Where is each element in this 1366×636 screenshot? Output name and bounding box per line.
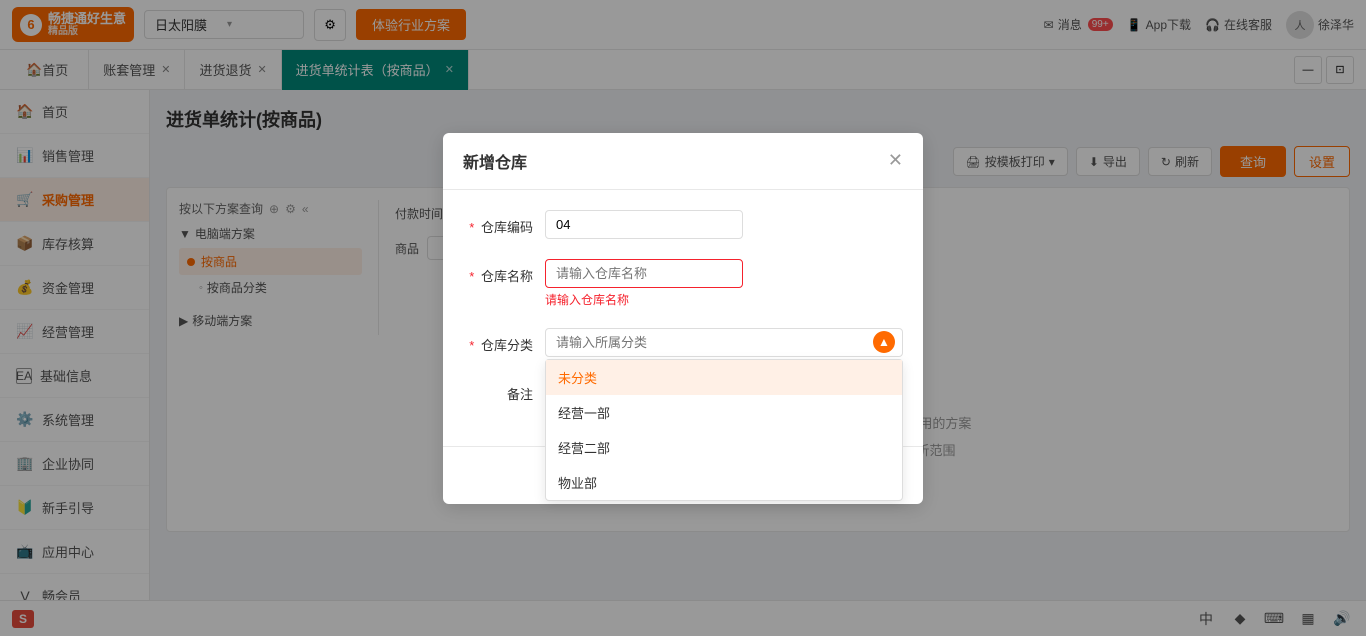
name-label: * 仓库名称 (463, 259, 533, 285)
form-row-category: * 仓库分类 ▲ 未分类 经营一部 经营二部 物业部 (463, 328, 903, 357)
chevron-up-icon: ▲ (878, 335, 890, 349)
modal-header: 新增仓库 ✕ (443, 133, 923, 190)
modal-close-button[interactable]: ✕ (888, 150, 903, 171)
code-input-wrap (545, 210, 903, 239)
modal-body: * 仓库编码 * 仓库名称 请输入仓库名称 (443, 190, 923, 446)
name-input-wrap: 请输入仓库名称 (545, 259, 903, 308)
category-input-wrap: ▲ 未分类 经营一部 经营二部 物业部 (545, 328, 903, 357)
code-label: * 仓库编码 (463, 210, 533, 236)
modal-overlay[interactable]: 新增仓库 ✕ * 仓库编码 * 仓库名称 (0, 0, 1366, 636)
dropdown-item-ops2[interactable]: 经营二部 (546, 430, 902, 465)
modal-title: 新增仓库 (463, 149, 527, 173)
name-error-msg: 请输入仓库名称 (545, 291, 903, 308)
dropdown-item-property[interactable]: 物业部 (546, 465, 902, 500)
category-input[interactable] (545, 328, 903, 357)
code-input[interactable] (545, 210, 743, 239)
name-input[interactable] (545, 259, 743, 288)
modal-add-warehouse: 新增仓库 ✕ * 仓库编码 * 仓库名称 (443, 133, 923, 504)
notes-label: 备注 (463, 377, 533, 403)
dropdown-item-ops1[interactable]: 经营一部 (546, 395, 902, 430)
category-label: * 仓库分类 (463, 328, 533, 354)
form-row-code: * 仓库编码 (463, 210, 903, 239)
form-row-name: * 仓库名称 请输入仓库名称 (463, 259, 903, 308)
category-toggle-button[interactable]: ▲ (873, 331, 895, 353)
category-dropdown: 未分类 经营一部 经营二部 物业部 (545, 359, 903, 501)
dropdown-item-unclassified[interactable]: 未分类 (546, 360, 902, 395)
